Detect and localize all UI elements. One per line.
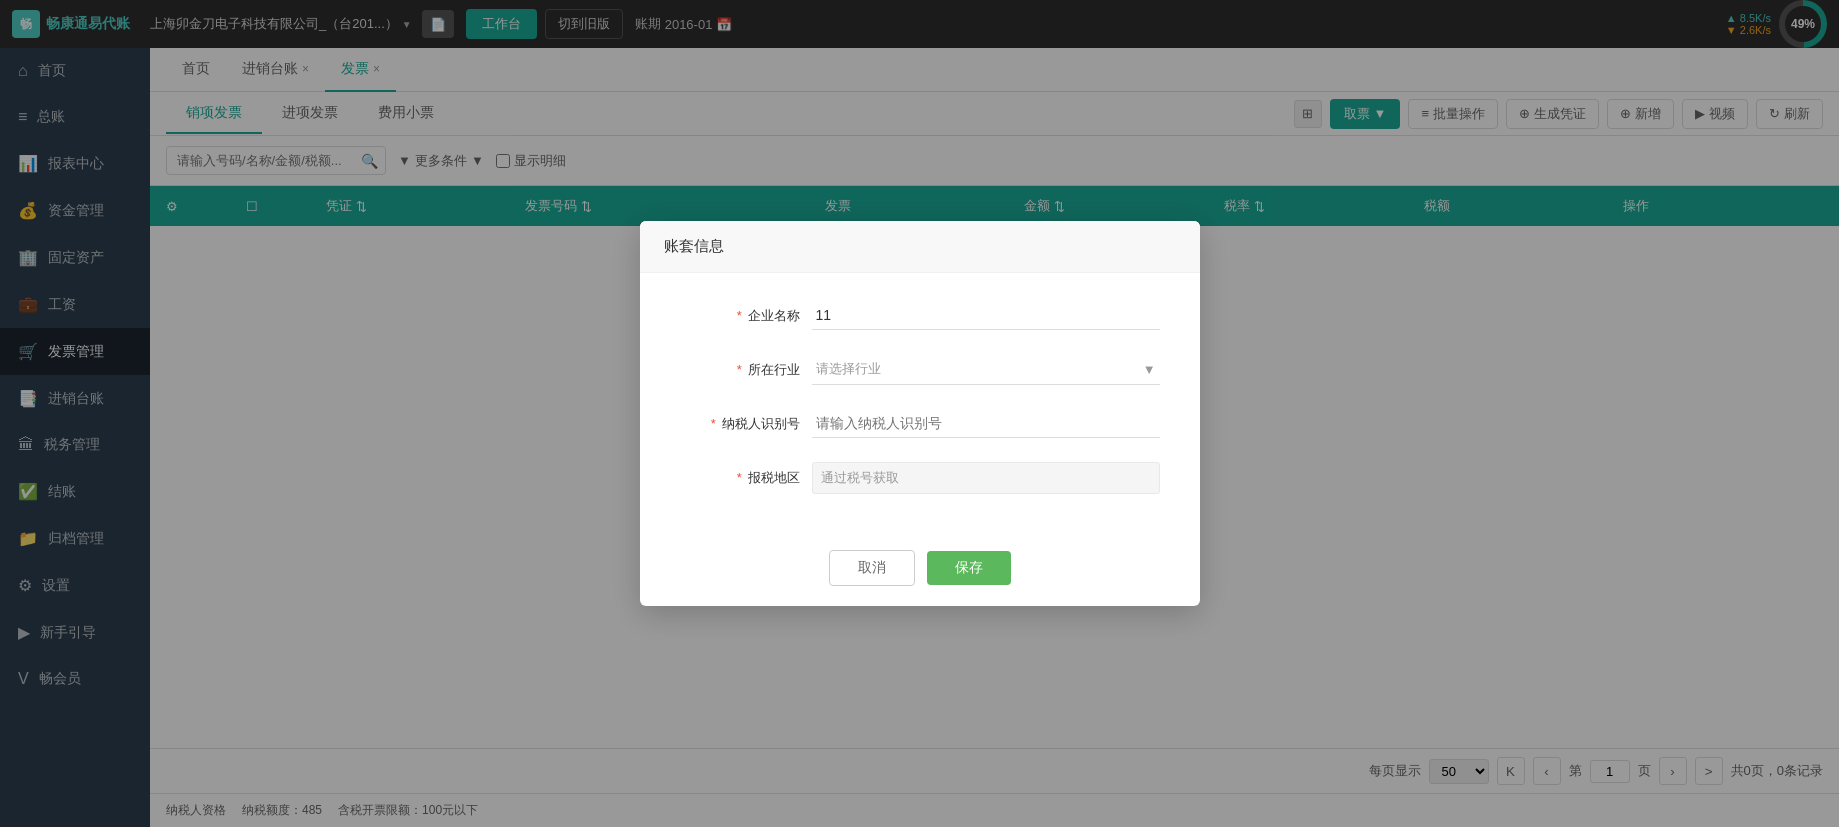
company-name-label: * 企业名称 [680,307,800,325]
cancel-button[interactable]: 取消 [829,550,915,586]
form-row-tax-region: * 报税地区 通过税号获取 [680,462,1160,494]
tax-number-field [812,409,1160,438]
modal-footer: 取消 保存 [640,538,1200,606]
tax-number-label: * 纳税人识别号 [680,415,800,433]
tax-number-input[interactable] [812,409,1160,438]
form-row-industry: * 所在行业 请选择行业 ▼ [680,354,1160,385]
modal-overlay: 账套信息 * 企业名称 * 所在行业 [0,0,1839,827]
form-row-company-name: * 企业名称 [680,301,1160,330]
company-name-input[interactable] [812,301,1160,330]
account-info-modal: 账套信息 * 企业名称 * 所在行业 [640,221,1200,606]
modal-title: 账套信息 [664,237,724,254]
save-button[interactable]: 保存 [927,551,1011,585]
tax-region-field: 通过税号获取 [812,462,1160,494]
tax-region-label: * 报税地区 [680,469,800,487]
industry-label: * 所在行业 [680,361,800,379]
form-row-tax-number: * 纳税人识别号 [680,409,1160,438]
company-name-field [812,301,1160,330]
tax-region-display: 通过税号获取 [812,462,1160,494]
industry-field: 请选择行业 ▼ [812,354,1160,385]
chevron-down-icon: ▼ [1143,362,1156,377]
modal-body: * 企业名称 * 所在行业 请选择行业 ▼ [640,273,1200,538]
industry-select[interactable]: 请选择行业 ▼ [812,354,1160,385]
modal-header: 账套信息 [640,221,1200,273]
